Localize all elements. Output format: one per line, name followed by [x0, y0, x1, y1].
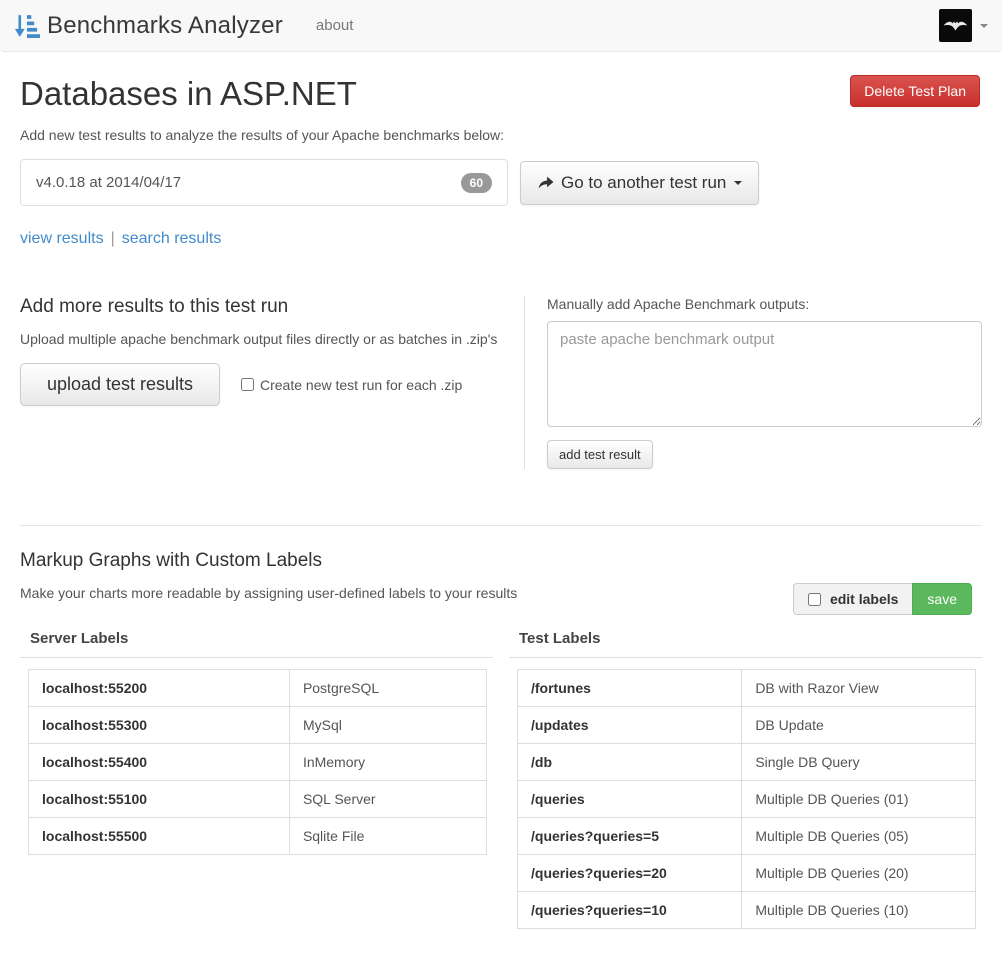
save-labels-button[interactable]: save — [912, 583, 972, 615]
edit-labels-label: edit labels — [830, 591, 898, 607]
test-labels-title: Test Labels — [509, 630, 982, 647]
server-labels-table: localhost:55200 PostgreSQL localhost:553… — [28, 669, 487, 855]
server-label-value: MySql — [289, 707, 486, 744]
test-label-value: Multiple DB Queries (20) — [742, 855, 975, 892]
test-key: /queries?queries=20 — [518, 855, 742, 892]
chevron-down-icon — [980, 24, 988, 28]
test-label-value: Multiple DB Queries (01) — [742, 781, 975, 818]
table-row: localhost:55200 PostgreSQL — [29, 670, 487, 707]
current-test-run-panel[interactable]: v4.0.18 at 2014/04/17 60 — [20, 159, 508, 206]
server-label-value: PostgreSQL — [289, 670, 486, 707]
edit-labels-checkbox[interactable] — [808, 593, 821, 606]
brand-title: Benchmarks Analyzer — [47, 12, 283, 40]
brand[interactable]: Benchmarks Analyzer — [14, 12, 283, 40]
server-label-value: InMemory — [289, 744, 486, 781]
server-labels-rule — [20, 657, 493, 658]
table-row: localhost:55300 MySql — [29, 707, 487, 744]
test-label-value: Multiple DB Queries (10) — [742, 892, 975, 929]
table-row: /updates DB Update — [518, 707, 976, 744]
goto-test-run-button[interactable]: Go to another test run — [520, 161, 759, 205]
nav-about-link[interactable]: about — [316, 17, 354, 34]
new-run-per-zip-label: Create new test run for each .zip — [260, 377, 462, 393]
navbar: Benchmarks Analyzer about — [0, 0, 1002, 52]
table-row: /queries Multiple DB Queries (01) — [518, 781, 976, 818]
table-row: /fortunes DB with Razor View — [518, 670, 976, 707]
goto-test-run-label: Go to another test run — [561, 173, 726, 193]
links-separator: | — [111, 230, 115, 247]
page-title: Databases in ASP.NET — [20, 75, 357, 113]
server-key: localhost:55400 — [29, 744, 290, 781]
share-arrow-icon — [537, 174, 554, 191]
test-key: /updates — [518, 707, 742, 744]
test-label-value: DB with Razor View — [742, 670, 975, 707]
manual-add-label: Manually add Apache Benchmark outputs: — [547, 296, 982, 312]
test-labels-table: /fortunes DB with Razor View /updates DB… — [517, 669, 976, 929]
table-row: localhost:55500 Sqlite File — [29, 818, 487, 855]
test-key: /fortunes — [518, 670, 742, 707]
benchmark-output-textarea[interactable] — [547, 321, 982, 427]
edit-labels-toggle[interactable]: edit labels — [793, 583, 913, 615]
section-divider — [20, 525, 982, 526]
table-row: /queries?queries=10 Multiple DB Queries … — [518, 892, 976, 929]
table-row: localhost:55100 SQL Server — [29, 781, 487, 818]
test-label-value: DB Update — [742, 707, 975, 744]
table-row: /db Single DB Query — [518, 744, 976, 781]
new-run-per-zip-option: Create new test run for each .zip — [241, 377, 462, 393]
new-run-per-zip-checkbox[interactable] — [241, 378, 254, 391]
labels-heading: Markup Graphs with Custom Labels — [20, 550, 982, 572]
view-results-link[interactable]: view results — [20, 230, 104, 247]
test-key: /db — [518, 744, 742, 781]
table-row: /queries?queries=5 Multiple DB Queries (… — [518, 818, 976, 855]
delete-test-plan-button[interactable]: Delete Test Plan — [850, 75, 980, 107]
user-menu[interactable] — [939, 9, 988, 42]
upload-test-results-button[interactable]: upload test results — [20, 363, 220, 406]
server-key: localhost:55200 — [29, 670, 290, 707]
table-row: /queries?queries=20 Multiple DB Queries … — [518, 855, 976, 892]
server-label-value: SQL Server — [289, 781, 486, 818]
test-labels-rule — [509, 657, 982, 658]
server-key: localhost:55100 — [29, 781, 290, 818]
search-results-link[interactable]: search results — [122, 230, 222, 247]
test-label-value: Single DB Query — [742, 744, 975, 781]
test-key: /queries?queries=10 — [518, 892, 742, 929]
test-run-name: v4.0.18 at 2014/04/17 — [36, 174, 181, 191]
bat-logo-icon — [941, 11, 970, 40]
add-test-result-button[interactable]: add test result — [547, 440, 653, 469]
test-label-value: Multiple DB Queries (05) — [742, 818, 975, 855]
server-labels-title: Server Labels — [20, 630, 493, 647]
test-key: /queries — [518, 781, 742, 818]
server-label-value: Sqlite File — [289, 818, 486, 855]
add-results-heading: Add more results to this test run — [20, 296, 499, 318]
page-subtitle: Add new test results to analyze the resu… — [20, 127, 982, 143]
caret-down-icon — [734, 181, 742, 185]
server-key: localhost:55300 — [29, 707, 290, 744]
test-key: /queries?queries=5 — [518, 818, 742, 855]
result-count-badge: 60 — [461, 173, 492, 193]
server-key: localhost:55500 — [29, 818, 290, 855]
sort-amount-icon — [14, 13, 40, 39]
table-row: localhost:55400 InMemory — [29, 744, 487, 781]
avatar — [939, 9, 972, 42]
upload-hint: Upload multiple apache benchmark output … — [20, 331, 499, 347]
